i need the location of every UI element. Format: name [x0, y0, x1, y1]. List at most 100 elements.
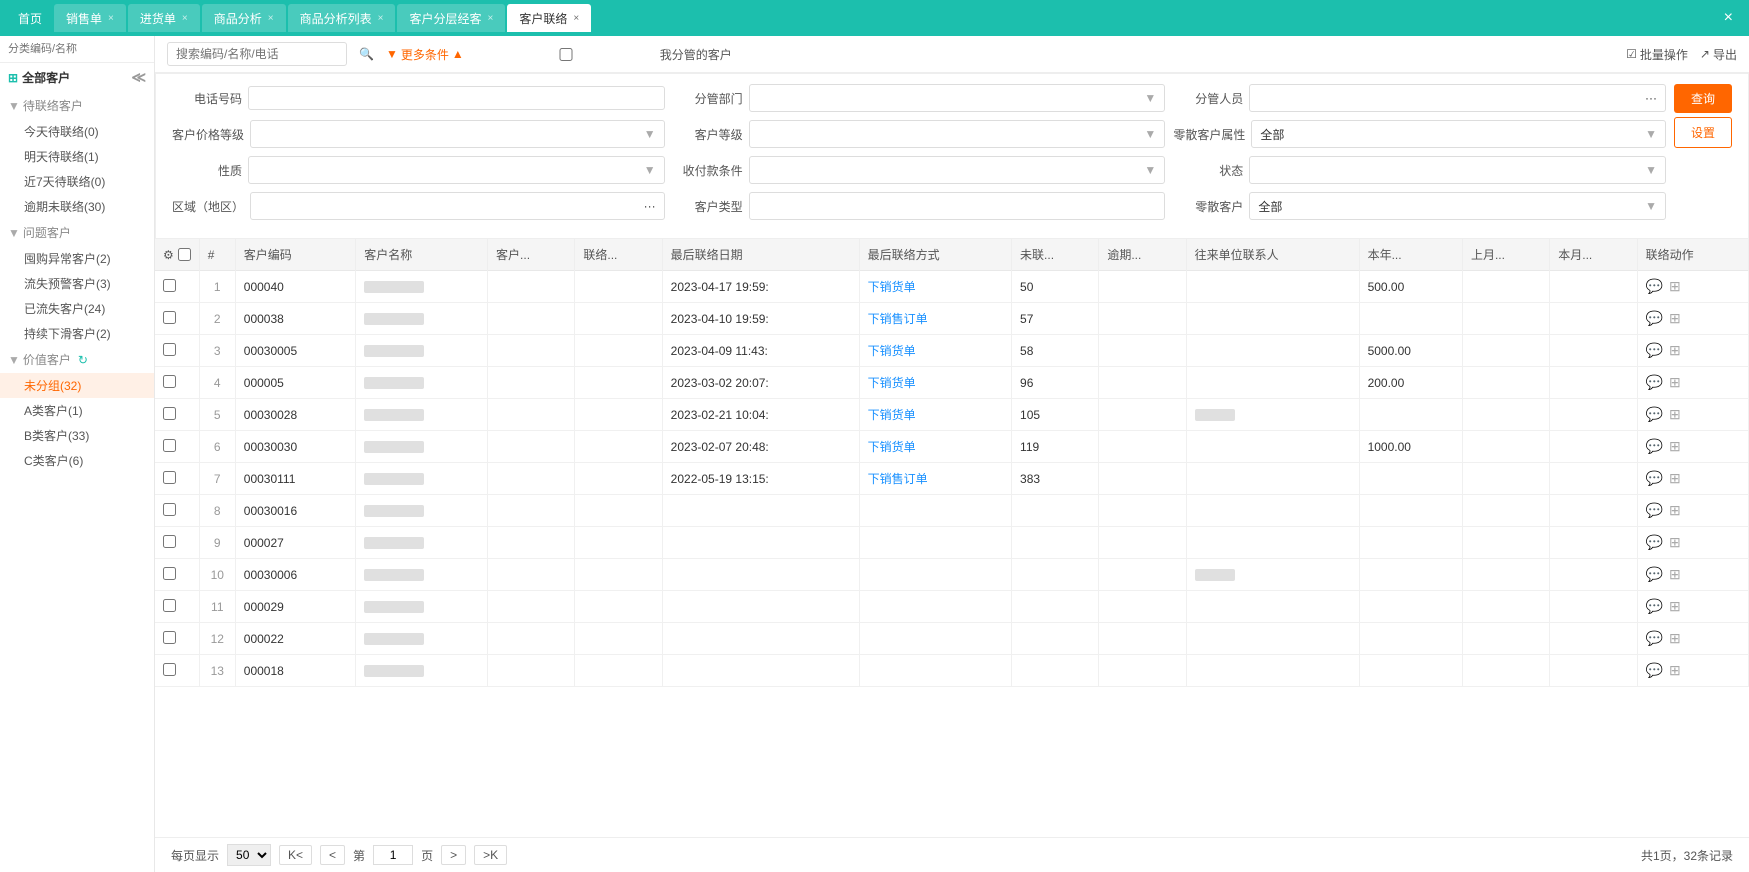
message-icon[interactable]: 💬 [1646, 534, 1663, 551]
close-icon[interactable]: × [573, 13, 579, 24]
message-icon[interactable]: 💬 [1646, 630, 1663, 647]
more-action-icon[interactable]: ⊞ [1669, 438, 1681, 455]
last-method-link[interactable]: 下销货单 [868, 280, 916, 294]
last-method-link[interactable]: 下销售订单 [868, 472, 928, 486]
phone-input[interactable] [248, 86, 665, 110]
refresh-icon[interactable]: ↻ [78, 353, 88, 367]
batch-op-btn[interactable]: ☑ 批量操作 [1626, 46, 1688, 63]
page-input[interactable] [373, 845, 413, 865]
dept-select[interactable]: ▼ [749, 84, 1166, 112]
more-action-icon[interactable]: ⊞ [1669, 598, 1681, 615]
per-page-select[interactable]: 50 [227, 844, 271, 866]
message-icon[interactable]: 💬 [1646, 310, 1663, 327]
nav-tab-purchase[interactable]: 进货单 × [128, 4, 200, 32]
search-input[interactable] [167, 42, 347, 66]
more-action-icon[interactable]: ⊞ [1669, 342, 1681, 359]
last-method-link[interactable]: 下销货单 [868, 344, 916, 358]
message-icon[interactable]: 💬 [1646, 342, 1663, 359]
message-icon[interactable]: 💬 [1646, 566, 1663, 583]
more-icon[interactable]: ··· [644, 199, 656, 213]
row-checkbox[interactable] [163, 599, 176, 612]
nav-tab-customer-tier[interactable]: 客户分层经客 × [397, 4, 505, 32]
sidebar-item-overdue-pending[interactable]: 逾期未联络(30) [0, 194, 154, 219]
sidebar-item-abnormal[interactable]: 囤购异常客户(2) [0, 246, 154, 271]
sidebar-search-input[interactable] [8, 43, 150, 55]
sidebar-item-declining[interactable]: 持续下滑客户(2) [0, 321, 154, 346]
gender-select[interactable]: ▼ [248, 156, 665, 184]
payment-select[interactable]: ▼ [749, 156, 1166, 184]
more-action-icon[interactable]: ⊞ [1669, 470, 1681, 487]
message-icon[interactable]: 💬 [1646, 470, 1663, 487]
manager-select[interactable]: ··· [1249, 84, 1666, 112]
row-checkbox[interactable] [163, 407, 176, 420]
nav-home[interactable]: 首页 [8, 4, 52, 32]
close-window-icon[interactable]: × [1716, 9, 1741, 27]
message-icon[interactable]: 💬 [1646, 502, 1663, 519]
more-action-icon[interactable]: ⊞ [1669, 406, 1681, 423]
settings-icon[interactable]: ⚙ [163, 248, 174, 262]
close-icon[interactable]: × [268, 13, 274, 24]
sidebar-item-class-b[interactable]: B类客户(33) [0, 423, 154, 448]
sidebar-item-tomorrow-pending[interactable]: 明天待联络(1) [0, 144, 154, 169]
first-page-btn[interactable]: K< [279, 845, 312, 865]
row-checkbox[interactable] [163, 535, 176, 548]
sidebar-item-class-a[interactable]: A类客户(1) [0, 398, 154, 423]
sidebar-item-ungroup[interactable]: 未分组(32) [0, 373, 154, 398]
all-customers-header[interactable]: ⊞ 全部客户 ≪ [0, 63, 154, 92]
more-action-icon[interactable]: ⊞ [1669, 502, 1681, 519]
message-icon[interactable]: 💬 [1646, 374, 1663, 391]
region-select[interactable]: ··· [250, 192, 665, 220]
sidebar-item-class-c[interactable]: C类客户(6) [0, 448, 154, 473]
status-select[interactable]: ▼ [1249, 156, 1666, 184]
nav-tab-customer-contact[interactable]: 客户联络 × [507, 4, 591, 32]
more-action-icon[interactable]: ⊞ [1669, 534, 1681, 551]
next-page-btn[interactable]: > [441, 845, 466, 865]
more-action-icon[interactable]: ⊞ [1669, 278, 1681, 295]
more-action-icon[interactable]: ⊞ [1669, 566, 1681, 583]
close-icon[interactable]: × [108, 13, 114, 24]
last-page-btn[interactable]: >K [474, 845, 507, 865]
last-method-link[interactable]: 下销货单 [868, 440, 916, 454]
more-icon[interactable]: ··· [1645, 91, 1657, 105]
query-button[interactable]: 查询 [1674, 84, 1732, 113]
row-checkbox[interactable] [163, 631, 176, 644]
last-method-link[interactable]: 下销售订单 [868, 312, 928, 326]
nav-tab-product-analysis-list[interactable]: 商品分析列表 × [288, 4, 396, 32]
message-icon[interactable]: 💬 [1646, 662, 1663, 679]
retail-attr-select[interactable]: 全部 ▼ [1251, 120, 1666, 148]
sidebar-item-week-pending[interactable]: 近7天待联络(0) [0, 169, 154, 194]
row-checkbox[interactable] [163, 567, 176, 580]
row-checkbox[interactable] [163, 375, 176, 388]
nav-tab-sales[interactable]: 销售单 × [54, 4, 126, 32]
row-checkbox[interactable] [163, 503, 176, 516]
row-checkbox[interactable] [163, 471, 176, 484]
message-icon[interactable]: 💬 [1646, 438, 1663, 455]
more-action-icon[interactable]: ⊞ [1669, 310, 1681, 327]
more-action-icon[interactable]: ⊞ [1669, 374, 1681, 391]
price-level-select[interactable]: ▼ [250, 120, 665, 148]
my-customers-checkbox[interactable] [476, 48, 656, 61]
last-method-link[interactable]: 下销货单 [868, 376, 916, 390]
reset-button[interactable]: 设置 [1674, 117, 1732, 148]
sidebar-item-churn-warning[interactable]: 流失预警客户(3) [0, 271, 154, 296]
message-icon[interactable]: 💬 [1646, 278, 1663, 295]
export-btn[interactable]: ↗ 导出 [1700, 46, 1737, 63]
prev-page-btn[interactable]: < [320, 845, 345, 865]
row-checkbox[interactable] [163, 663, 176, 676]
search-button[interactable]: 🔍 [359, 47, 374, 61]
close-icon[interactable]: × [182, 13, 188, 24]
more-conditions-btn[interactable]: ▼ 更多条件 ▲ [386, 46, 464, 63]
close-icon[interactable]: × [378, 13, 384, 24]
more-action-icon[interactable]: ⊞ [1669, 630, 1681, 647]
row-checkbox[interactable] [163, 343, 176, 356]
row-checkbox[interactable] [163, 279, 176, 292]
sidebar-item-churned[interactable]: 已流失客户(24) [0, 296, 154, 321]
sidebar-item-today-pending[interactable]: 今天待联络(0) [0, 119, 154, 144]
more-action-icon[interactable]: ⊞ [1669, 662, 1681, 679]
nav-tab-product-analysis[interactable]: 商品分析 × [202, 4, 286, 32]
close-icon[interactable]: × [487, 13, 493, 24]
row-checkbox[interactable] [163, 439, 176, 452]
row-checkbox[interactable] [163, 311, 176, 324]
select-all-checkbox[interactable] [178, 248, 191, 261]
last-method-link[interactable]: 下销货单 [868, 408, 916, 422]
